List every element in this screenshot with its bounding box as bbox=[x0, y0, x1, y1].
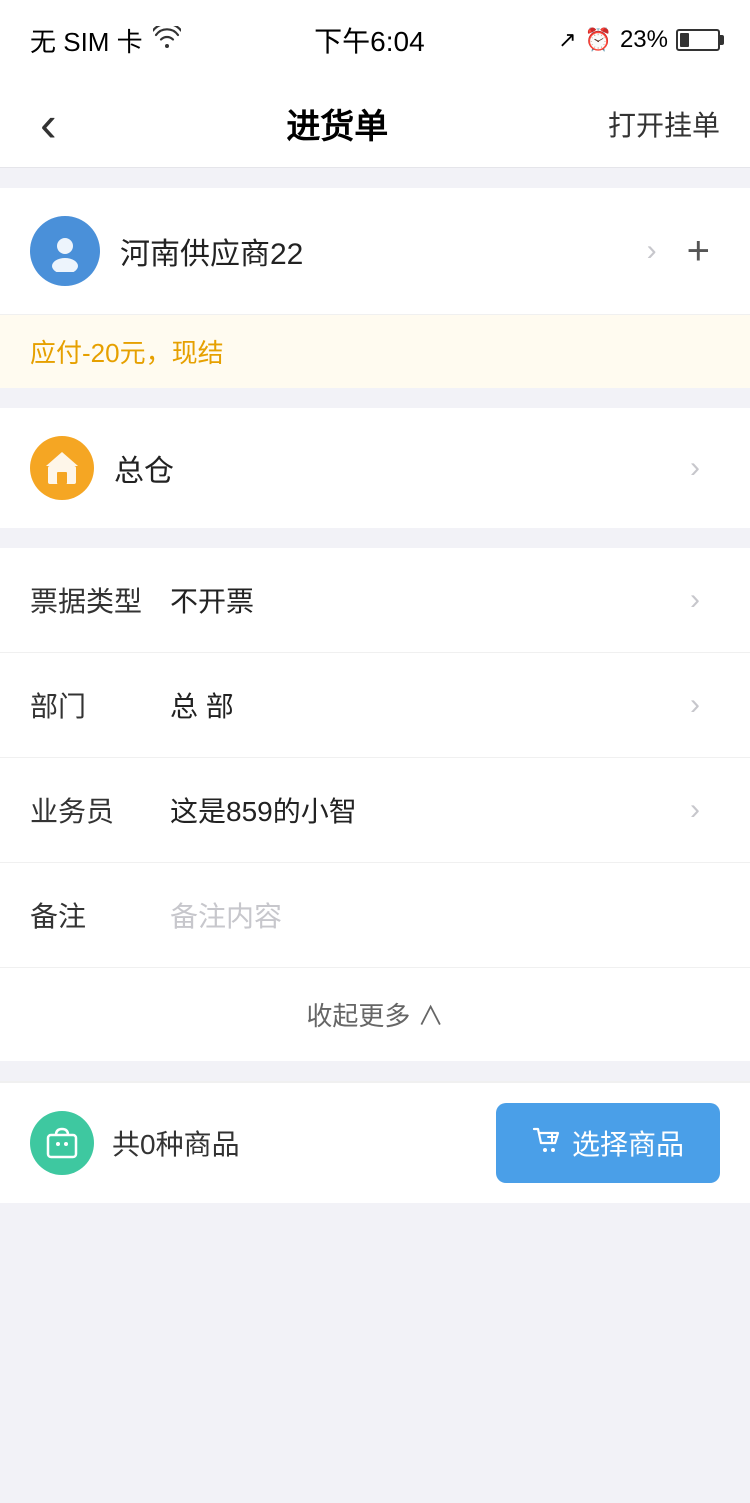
remark-row[interactable]: 备注 备注内容 bbox=[0, 862, 750, 967]
time-label: 下午6:04 bbox=[314, 20, 425, 60]
bottom-bg bbox=[0, 1203, 750, 1503]
cart-icon bbox=[532, 1127, 562, 1160]
supplier-chevron-icon: › bbox=[647, 234, 657, 268]
remark-input[interactable]: 备注内容 bbox=[160, 895, 720, 935]
invoice-row[interactable]: 票据类型 不开票 › bbox=[0, 548, 750, 652]
product-icon bbox=[30, 1111, 94, 1175]
supplier-avatar bbox=[30, 216, 100, 286]
department-label: 部门 bbox=[30, 685, 160, 725]
warehouse-chevron-icon: › bbox=[690, 451, 700, 485]
salesman-row[interactable]: 业务员 这是859的小智 › bbox=[0, 757, 750, 862]
supplier-name: 河南供应商22 bbox=[120, 229, 647, 273]
battery-icon bbox=[676, 29, 720, 51]
open-pending-button[interactable]: 打开挂单 bbox=[608, 104, 720, 144]
add-supplier-button[interactable]: + bbox=[677, 226, 720, 276]
product-bar: 共0种商品 选择商品 bbox=[0, 1081, 750, 1203]
gap1 bbox=[0, 168, 750, 188]
gap2 bbox=[0, 388, 750, 408]
warehouse-row[interactable]: 总仓 › bbox=[0, 408, 750, 528]
department-value: 总 部 bbox=[160, 685, 690, 725]
warehouse-name: 总仓 bbox=[114, 446, 690, 490]
carrier-label: 无 SIM 卡 bbox=[30, 22, 143, 59]
select-product-button[interactable]: 选择商品 bbox=[496, 1103, 720, 1183]
department-chevron-icon: › bbox=[690, 688, 700, 722]
invoice-label: 票据类型 bbox=[30, 580, 160, 620]
warehouse-card: 总仓 › bbox=[0, 408, 750, 528]
location-icon: ↗ bbox=[558, 27, 576, 53]
notice-text: 应付-20元，现结 bbox=[30, 338, 224, 368]
invoice-value: 不开票 bbox=[160, 580, 690, 620]
back-button[interactable]: ‹ bbox=[30, 89, 67, 159]
supplier-row[interactable]: 河南供应商22 › + bbox=[0, 188, 750, 315]
salesman-label: 业务员 bbox=[30, 790, 160, 830]
select-product-label: 选择商品 bbox=[572, 1123, 684, 1163]
salesman-chevron-icon: › bbox=[690, 793, 700, 827]
form-card: 票据类型 不开票 › 部门 总 部 › 业务员 这是859的小智 › 备注 备注… bbox=[0, 548, 750, 1061]
notice-banner: 应付-20元，现结 bbox=[0, 315, 750, 388]
status-right: ↗ ⏰ 23% bbox=[558, 26, 720, 54]
wifi-icon bbox=[153, 26, 181, 54]
remark-label: 备注 bbox=[30, 895, 160, 935]
salesman-value: 这是859的小智 bbox=[160, 790, 690, 830]
collapse-label: 收起更多 ∧ bbox=[306, 996, 443, 1033]
gap3 bbox=[0, 528, 750, 548]
collapse-row[interactable]: 收起更多 ∧ bbox=[0, 967, 750, 1061]
status-bar: 无 SIM 卡 下午6:04 ↗ ⏰ 23% bbox=[0, 0, 750, 80]
page-title: 进货单 bbox=[286, 99, 388, 148]
alarm-icon: ⏰ bbox=[585, 27, 612, 53]
battery-percent: 23% bbox=[620, 26, 668, 54]
product-count-label: 共0种商品 bbox=[112, 1123, 496, 1163]
nav-bar: ‹ 进货单 打开挂单 bbox=[0, 80, 750, 168]
invoice-chevron-icon: › bbox=[690, 583, 700, 617]
supplier-card: 河南供应商22 › + 应付-20元，现结 bbox=[0, 188, 750, 388]
warehouse-icon bbox=[30, 436, 94, 500]
department-row[interactable]: 部门 总 部 › bbox=[0, 652, 750, 757]
status-left: 无 SIM 卡 bbox=[30, 22, 181, 59]
